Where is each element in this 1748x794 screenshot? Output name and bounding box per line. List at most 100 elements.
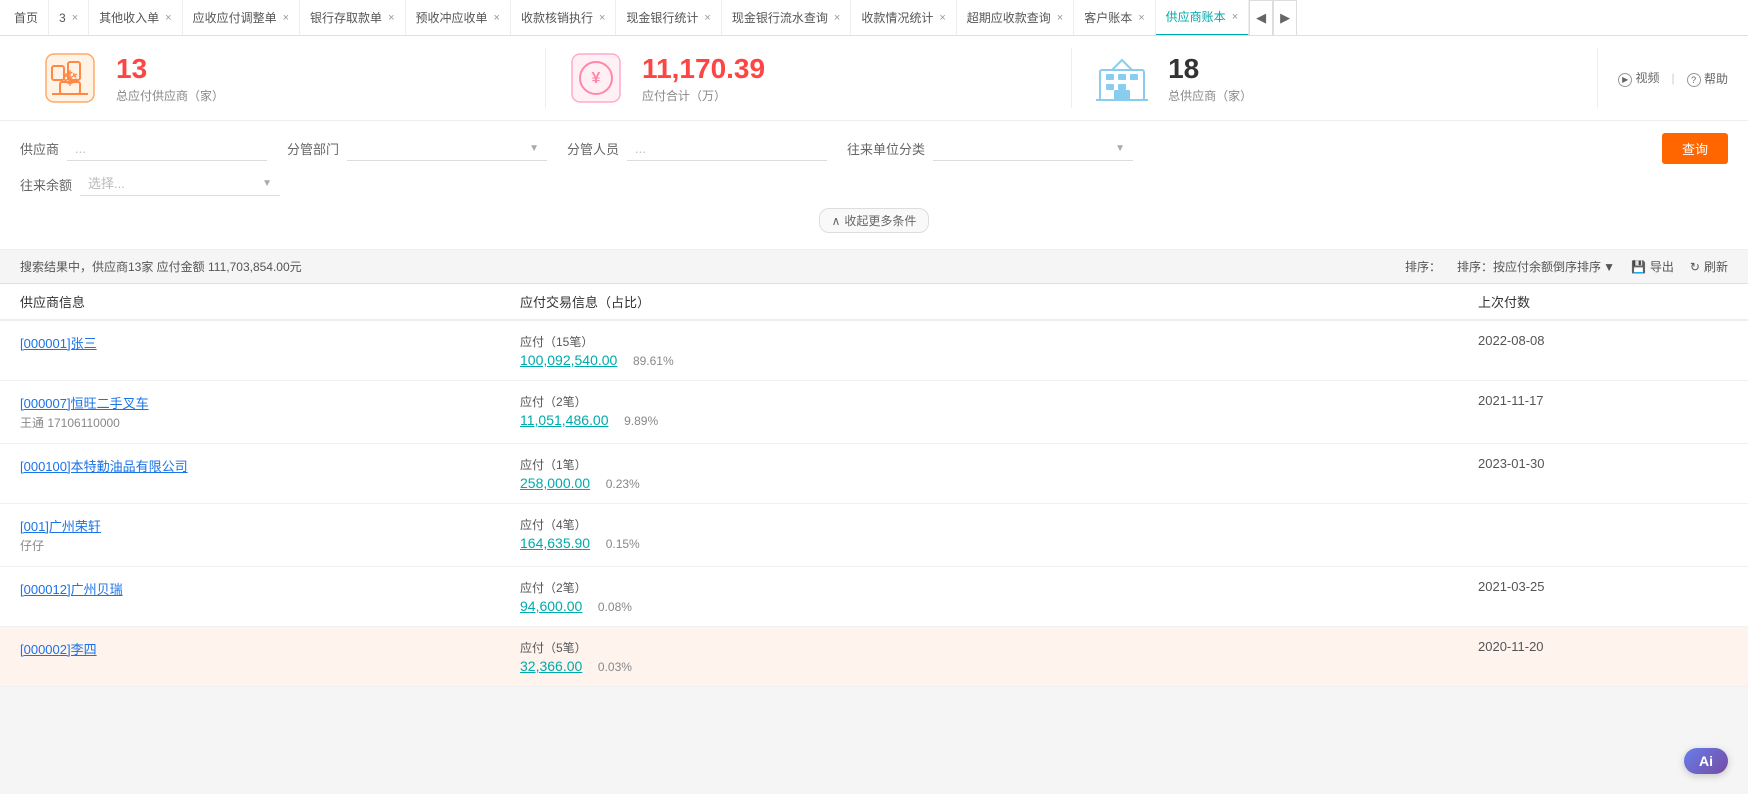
ap-suppliers-icon: ❄ <box>40 48 100 108</box>
refresh-button[interactable]: ↻ 刷新 <box>1690 258 1728 275</box>
nav-tab-supplier-ledger-close[interactable]: × <box>1232 11 1238 23</box>
sort-select-text: 排序：按应付余额倒序排序 <box>1457 258 1601 275</box>
supplier-filter-input[interactable] <box>67 137 267 161</box>
help-link[interactable]: ? 帮助 <box>1687 70 1728 87</box>
last-pay-cell-000100: 2023-01-30 <box>1478 456 1728 471</box>
supplier-link-000007[interactable]: [000007]恒旺二手叉车 <box>20 393 520 412</box>
export-label: 导出 <box>1650 258 1674 275</box>
nav-tab-bank-deposit[interactable]: 银行存取款单 × <box>300 0 405 36</box>
nav-tab-bank-deposit-close[interactable]: × <box>388 12 394 24</box>
nav-tab-ar-ap-adjust[interactable]: 应收应付调整单 × <box>183 0 300 36</box>
filter-dept: 分管部门 ▼ <box>287 137 547 161</box>
sort-select[interactable]: 排序：按应付余额倒序排序 ▼ <box>1457 258 1615 275</box>
tx-amount-000001[interactable]: 100,092,540.00 <box>520 352 617 368</box>
sort-dropdown-icon: ▼ <box>1603 260 1615 274</box>
query-button[interactable]: 查询 <box>1662 133 1728 164</box>
transaction-info-cell: 应付（5笔） 32,366.00 0.03% <box>520 639 1478 674</box>
table-row: [000002]李四 应付（5笔） 32,366.00 0.03% 2020-1… <box>0 627 1748 687</box>
last-pay-date-000100: 2023-01-30 <box>1478 456 1545 471</box>
supplier-info-cell: [000100]本特勤油品有限公司 <box>20 456 520 477</box>
refresh-label: 刷新 <box>1704 258 1728 275</box>
tx-percent-001: 0.15% <box>606 537 640 551</box>
nav-tab-other-income[interactable]: 其他收入单 × <box>89 0 182 36</box>
nav-tab-cash-bank-stats-label: 现金银行统计 <box>626 9 698 26</box>
supplier-link-000002[interactable]: [000002]李四 <box>20 639 520 658</box>
table-row: [000001]张三 应付（15笔） 100,092,540.00 89.61%… <box>0 321 1748 381</box>
stats-bar: ❄ 13 总应付供应商（家） ¥ 11,170.39 应付合计（万） <box>0 36 1748 121</box>
nav-tab-overdue-query-label: 超期应收款查询 <box>967 9 1051 26</box>
table-row: [000007]恒旺二手叉车 王通 17106110000 应付（2笔） 11,… <box>0 381 1748 444</box>
ap-suppliers-label: 总应付供应商（家） <box>116 87 224 104</box>
total-suppliers-icon <box>1092 48 1152 108</box>
supplier-info-cell: [001]广州荣轩 仔仔 <box>20 516 520 554</box>
nav-tab-collection-verify-close[interactable]: × <box>599 12 605 24</box>
supplier-link-001[interactable]: [001]广州荣轩 <box>20 516 520 535</box>
supplier-link-000100[interactable]: [000100]本特勤油品有限公司 <box>20 456 520 475</box>
table-row: [000100]本特勤油品有限公司 应付（1笔） 258,000.00 0.23… <box>0 444 1748 504</box>
transaction-info-cell: 应付（1笔） 258,000.00 0.23% <box>520 456 1478 491</box>
nav-tab-cash-bank-flow-close[interactable]: × <box>834 12 840 24</box>
tx-percent-000007: 9.89% <box>624 414 658 428</box>
ap-suppliers-number: 13 <box>116 52 224 86</box>
nav-tab-collection-verify[interactable]: 收款核销执行 × <box>511 0 616 36</box>
nav-tab-prepay-label: 预收冲应收单 <box>416 9 488 26</box>
nav-tab-other-income-close[interactable]: × <box>165 12 171 24</box>
last-pay-date-000007: 2021-11-17 <box>1478 393 1544 408</box>
dept-filter-select[interactable]: ▼ <box>347 137 547 161</box>
stat-ap-suppliers: ❄ 13 总应付供应商（家） <box>20 48 546 108</box>
tx-amount-000012[interactable]: 94,600.00 <box>520 598 582 614</box>
nav-tab-collection-stats[interactable]: 收款情况统计 × <box>851 0 956 36</box>
ai-badge[interactable]: Ai <box>1684 748 1728 774</box>
collapse-button[interactable]: ∧ 收起更多条件 <box>819 208 930 233</box>
tx-amount-000100[interactable]: 258,000.00 <box>520 475 590 491</box>
nav-left-arrow[interactable]: ◀ <box>1249 0 1273 36</box>
dept-dropdown-arrow: ▼ <box>529 143 539 154</box>
nav-tab-3-close[interactable]: × <box>72 12 78 24</box>
nav-tab-collection-verify-label: 收款核销执行 <box>521 9 593 26</box>
balance-filter-label: 往来余额 <box>20 175 72 194</box>
last-pay-cell-000012: 2021-03-25 <box>1478 579 1728 594</box>
nav-right-arrow[interactable]: ▶ <box>1273 0 1297 36</box>
nav-tab-cash-bank-stats-close[interactable]: × <box>704 12 710 24</box>
supplier-link-000001[interactable]: [000001]张三 <box>20 333 520 352</box>
person-filter-input[interactable] <box>627 137 827 161</box>
nav-tab-3-label: 3 <box>59 11 66 25</box>
nav-tab-prepay[interactable]: 预收冲应收单 × <box>406 0 511 36</box>
nav-tab-home[interactable]: 首页 <box>4 0 49 36</box>
tx-amount-001[interactable]: 164,635.90 <box>520 535 590 551</box>
video-link[interactable]: ▶ 视频 <box>1618 69 1659 87</box>
nav-tab-prepay-close[interactable]: × <box>494 12 500 24</box>
nav-tab-customer-ledger[interactable]: 客户账本 × <box>1074 0 1155 36</box>
stat-ap-amount: ¥ 11,170.39 应付合计（万） <box>546 48 1072 108</box>
supplier-info-cell: [000002]李四 <box>20 639 520 660</box>
last-pay-date-000002: 2020-11-20 <box>1478 639 1544 654</box>
nav-tab-supplier-ledger-label: 供应商账本 <box>1166 8 1226 25</box>
nav-tab-ar-ap-adjust-close[interactable]: × <box>283 12 289 24</box>
category-filter-select[interactable]: ▼ <box>933 137 1133 161</box>
nav-tab-3[interactable]: 3 × <box>49 0 89 36</box>
supplier-info-cell: [000001]张三 <box>20 333 520 354</box>
nav-tab-cash-bank-stats[interactable]: 现金银行统计 × <box>616 0 721 36</box>
nav-tab-customer-ledger-close[interactable]: × <box>1138 12 1144 24</box>
balance-filter-select[interactable]: ▼ <box>80 172 280 196</box>
nav-tab-other-income-label: 其他收入单 <box>99 9 159 26</box>
nav-tab-overdue-query-close[interactable]: × <box>1057 12 1063 24</box>
supplier-link-000012[interactable]: [000012]广州贝瑞 <box>20 579 520 598</box>
nav-tab-collection-stats-close[interactable]: × <box>939 12 945 24</box>
nav-tab-overdue-query[interactable]: 超期应收款查询 × <box>957 0 1074 36</box>
result-bar: 搜索结果中，供应商13家 应付金额 111,703,854.00元 排序： 排序… <box>0 250 1748 284</box>
tx-amount-000007[interactable]: 11,051,486.00 <box>520 412 609 428</box>
tx-amount-000002[interactable]: 32,366.00 <box>520 658 582 674</box>
tx-percent-000012: 0.08% <box>598 600 632 614</box>
table-header: 供应商信息 应付交易信息（占比） 上次付数 <box>0 284 1748 321</box>
filter-person: 分管人员 <box>567 137 827 161</box>
tx-label-000002: 应付（5笔） <box>520 639 1478 656</box>
nav-tab-supplier-ledger[interactable]: 供应商账本 × <box>1156 0 1249 36</box>
tx-label-000100: 应付（1笔） <box>520 456 1478 473</box>
nav-tab-cash-bank-flow[interactable]: 现金银行流水查询 × <box>722 0 851 36</box>
export-button[interactable]: 💾 导出 <box>1631 258 1674 275</box>
transaction-info-cell: 应付（2笔） 94,600.00 0.08% <box>520 579 1478 614</box>
last-pay-cell-000001: 2022-08-08 <box>1478 333 1728 348</box>
top-navigation: 首页 3 × 其他收入单 × 应收应付调整单 × 银行存取款单 × 预收冲应收单… <box>0 0 1748 36</box>
category-filter-label: 往来单位分类 <box>847 139 925 158</box>
